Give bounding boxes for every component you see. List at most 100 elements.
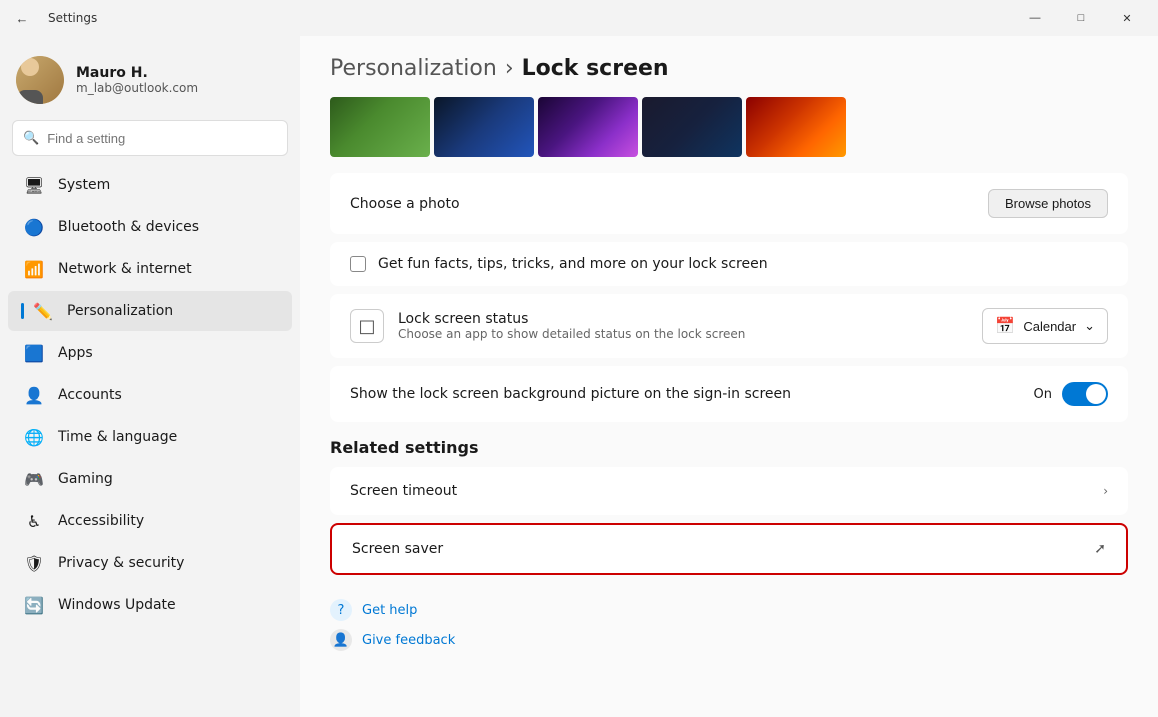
time-icon: 🌐 bbox=[24, 427, 44, 447]
fun-facts-row: Get fun facts, tips, tricks, and more on… bbox=[330, 242, 1128, 286]
give-feedback-link[interactable]: 👤 Give feedback bbox=[330, 629, 1128, 651]
avatar-head bbox=[21, 58, 39, 76]
get-help-label: Get help bbox=[362, 603, 417, 618]
chevron-right-icon: › bbox=[1103, 484, 1108, 498]
sidebar-item-label: Personalization bbox=[67, 303, 173, 319]
accounts-icon: 👤 bbox=[24, 385, 44, 405]
titlebar-left: ← Settings bbox=[8, 4, 97, 32]
active-indicator bbox=[21, 303, 24, 319]
sidebar-item-privacy[interactable]: 🛡 Privacy & security bbox=[8, 543, 292, 583]
toggle-knob bbox=[1086, 384, 1106, 404]
sidebar-item-accessibility[interactable]: ♿ Accessibility bbox=[8, 501, 292, 541]
titlebar: ← Settings — □ ✕ bbox=[0, 0, 1158, 36]
lock-status-subtitle: Choose an app to show detailed status on… bbox=[398, 327, 745, 341]
sidebar-item-label: Time & language bbox=[58, 429, 177, 445]
fun-facts-checkbox[interactable] bbox=[350, 256, 366, 272]
give-feedback-label: Give feedback bbox=[362, 633, 455, 648]
screen-saver-row[interactable]: Screen saver ➚ bbox=[330, 523, 1128, 575]
breadcrumb-parent: Personalization bbox=[330, 56, 497, 81]
lock-status-dropdown[interactable]: 📅 Calendar ⌄ bbox=[982, 308, 1108, 344]
sign-in-toggle[interactable] bbox=[1062, 382, 1108, 406]
avatar-body bbox=[17, 90, 43, 104]
screen-timeout-label: Screen timeout bbox=[350, 483, 457, 499]
fun-facts-label: Get fun facts, tips, tricks, and more on… bbox=[378, 256, 768, 272]
sidebar-item-label: Accessibility bbox=[58, 513, 144, 529]
gaming-icon: 🎮 bbox=[24, 469, 44, 489]
privacy-icon: 🛡 bbox=[24, 553, 44, 573]
calendar-icon: 📅 bbox=[995, 316, 1015, 336]
toggle-state-label: On bbox=[1034, 387, 1052, 402]
sidebar-item-label: System bbox=[58, 177, 110, 193]
wallpaper-thumb-2[interactable] bbox=[434, 97, 534, 157]
user-email: m_lab@outlook.com bbox=[76, 81, 198, 95]
sidebar-item-label: Windows Update bbox=[58, 597, 176, 613]
lock-status-left: □ Lock screen status Choose an app to sh… bbox=[350, 309, 745, 343]
sidebar-item-label: Network & internet bbox=[58, 261, 192, 277]
user-name: Mauro H. bbox=[76, 65, 198, 81]
breadcrumb-current: Lock screen bbox=[522, 56, 669, 81]
get-help-link[interactable]: ? Get help bbox=[330, 599, 1128, 621]
user-section: Mauro H. m_lab@outlook.com bbox=[0, 44, 300, 120]
search-input[interactable] bbox=[47, 131, 277, 146]
wallpaper-thumb-5[interactable] bbox=[746, 97, 846, 157]
sign-in-toggle-row: Show the lock screen background picture … bbox=[330, 366, 1128, 422]
sidebar-item-label: Accounts bbox=[58, 387, 122, 403]
search-box[interactable]: 🔍 bbox=[12, 120, 288, 156]
sidebar-item-label: Bluetooth & devices bbox=[58, 219, 199, 235]
breadcrumb: Personalization › Lock screen bbox=[300, 36, 1158, 97]
screen-timeout-row[interactable]: Screen timeout › bbox=[330, 467, 1128, 515]
browse-photos-button[interactable]: Browse photos bbox=[988, 189, 1108, 218]
wallpaper-thumb-4[interactable] bbox=[642, 97, 742, 157]
related-settings-section: Related settings Screen timeout › Screen… bbox=[330, 438, 1128, 575]
lock-status-title: Lock screen status bbox=[398, 311, 745, 327]
screen-saver-label: Screen saver bbox=[352, 541, 443, 557]
sidebar-item-network[interactable]: 📶 Network & internet bbox=[8, 249, 292, 289]
breadcrumb-separator: › bbox=[505, 56, 514, 81]
bluetooth-icon: 🔵 bbox=[24, 217, 44, 237]
lock-status-row: □ Lock screen status Choose an app to sh… bbox=[330, 294, 1128, 358]
maximize-button[interactable]: □ bbox=[1058, 0, 1104, 36]
toggle-right: On bbox=[1034, 382, 1108, 406]
windows-update-icon: 🔄 bbox=[24, 595, 44, 615]
back-button[interactable]: ← bbox=[8, 4, 36, 32]
sidebar-item-windows-update[interactable]: 🔄 Windows Update bbox=[8, 585, 292, 625]
avatar bbox=[16, 56, 64, 104]
close-button[interactable]: ✕ bbox=[1104, 0, 1150, 36]
content-area: Choose a photo Browse photos Get fun fac… bbox=[300, 97, 1158, 659]
titlebar-controls: — □ ✕ bbox=[1012, 0, 1150, 36]
sidebar-item-gaming[interactable]: 🎮 Gaming bbox=[8, 459, 292, 499]
wallpaper-thumb-3[interactable] bbox=[538, 97, 638, 157]
dropdown-value: Calendar bbox=[1023, 319, 1076, 334]
sidebar-item-personalization[interactable]: ✏️ Personalization bbox=[8, 291, 292, 331]
system-icon: 🖥 bbox=[24, 175, 44, 195]
sidebar-item-label: Gaming bbox=[58, 471, 113, 487]
sign-in-toggle-label: Show the lock screen background picture … bbox=[350, 386, 791, 402]
choose-photo-row: Choose a photo Browse photos bbox=[330, 173, 1128, 234]
sidebar-item-accounts[interactable]: 👤 Accounts bbox=[8, 375, 292, 415]
related-settings-title: Related settings bbox=[330, 438, 1128, 457]
personalization-icon: ✏️ bbox=[33, 301, 53, 321]
network-icon: 📶 bbox=[24, 259, 44, 279]
give-feedback-icon: 👤 bbox=[330, 629, 352, 651]
window-title: Settings bbox=[48, 11, 97, 25]
sidebar-item-label: Apps bbox=[58, 345, 93, 361]
choose-photo-label: Choose a photo bbox=[350, 196, 460, 212]
wallpaper-thumb-1[interactable] bbox=[330, 97, 430, 157]
external-link-icon: ➚ bbox=[1094, 541, 1106, 557]
sidebar-item-apps[interactable]: 🟦 Apps bbox=[8, 333, 292, 373]
accessibility-icon: ♿ bbox=[24, 511, 44, 531]
sidebar: Mauro H. m_lab@outlook.com 🔍 🖥 System 🔵 … bbox=[0, 36, 300, 717]
lock-status-icon: □ bbox=[350, 309, 384, 343]
sidebar-item-system[interactable]: 🖥 System bbox=[8, 165, 292, 205]
app-body: Mauro H. m_lab@outlook.com 🔍 🖥 System 🔵 … bbox=[0, 36, 1158, 717]
sidebar-item-time[interactable]: 🌐 Time & language bbox=[8, 417, 292, 457]
sidebar-item-bluetooth[interactable]: 🔵 Bluetooth & devices bbox=[8, 207, 292, 247]
apps-icon: 🟦 bbox=[24, 343, 44, 363]
search-icon: 🔍 bbox=[23, 131, 39, 146]
main-content: Personalization › Lock screen Choose a p… bbox=[300, 36, 1158, 717]
wallpaper-thumbnails bbox=[330, 97, 1128, 157]
minimize-button[interactable]: — bbox=[1012, 0, 1058, 36]
get-help-icon: ? bbox=[330, 599, 352, 621]
avatar-image bbox=[16, 56, 64, 104]
help-section: ? Get help 👤 Give feedback bbox=[330, 583, 1128, 659]
